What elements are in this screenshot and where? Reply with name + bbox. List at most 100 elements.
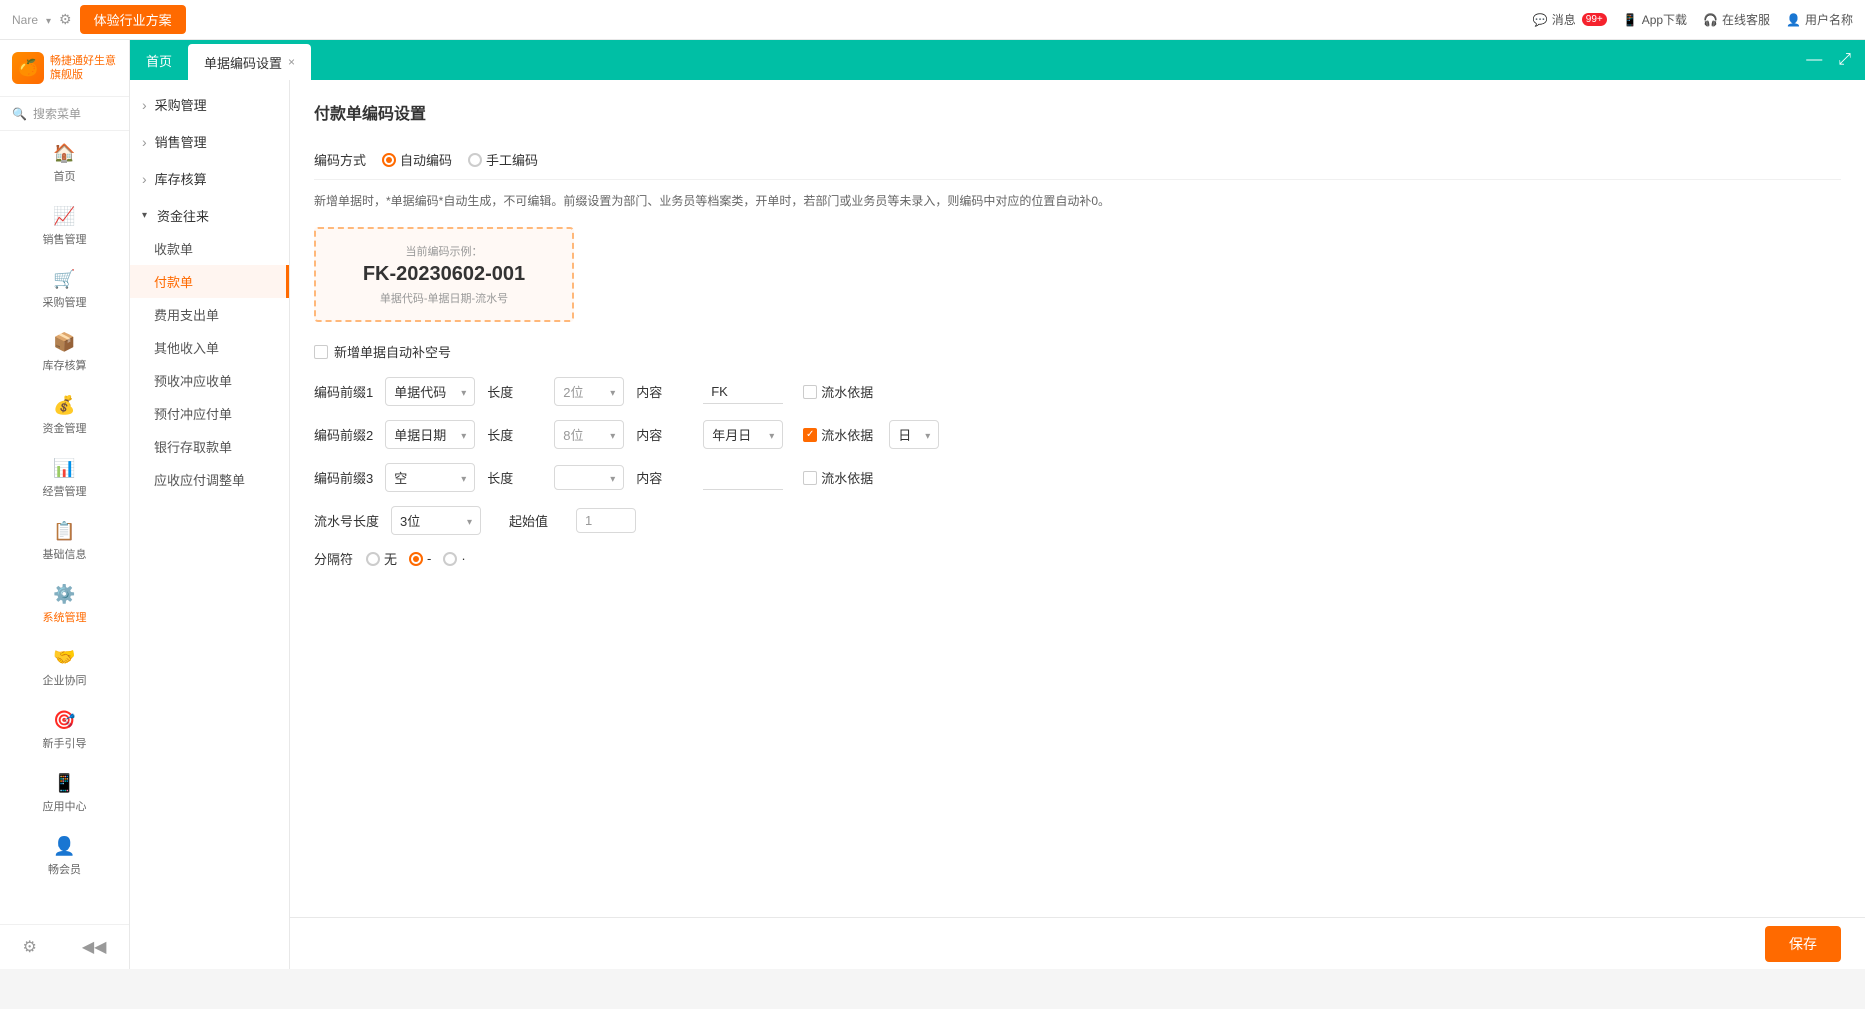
- company-dropdown[interactable]: [46, 13, 51, 27]
- prefix2-content-value: 年月日: [712, 425, 751, 444]
- serial-length-value: 3位: [400, 511, 420, 530]
- basic-icon: 📋: [53, 521, 75, 542]
- messages-badge: 99+: [1582, 13, 1607, 26]
- nav-item-expense-label: 费用支出单: [154, 308, 219, 323]
- nav-item-bank-deposit[interactable]: 银行存取款单: [130, 430, 289, 463]
- sidebar-item-system[interactable]: ⚙️ 系统管理: [4, 574, 125, 635]
- sidebar-item-sales[interactable]: 📈 销售管理: [4, 196, 125, 257]
- tab-home[interactable]: 首页: [130, 40, 188, 80]
- chevron-down-icon: ▾: [142, 210, 147, 221]
- serial-length-chevron: [467, 513, 472, 528]
- nav-item-payment[interactable]: 付款单: [130, 265, 289, 298]
- sidebar-item-label: 畅会员: [48, 861, 81, 877]
- settings-bottom-icon[interactable]: ⚙: [15, 933, 45, 961]
- prefix1-length-chevron: [610, 384, 615, 399]
- sidebar-item-home[interactable]: 🏠 首页: [4, 133, 125, 194]
- collapse-icon[interactable]: ◀◀: [74, 933, 115, 961]
- prefix2-serial-unit-select[interactable]: 日: [889, 420, 939, 449]
- radio-manual-code[interactable]: 手工编码: [468, 150, 538, 169]
- tab-current-label: 单据编码设置: [204, 53, 282, 72]
- nav-group-fund-label: 资金往来: [157, 206, 209, 225]
- radio-sep-dash[interactable]: -: [409, 551, 431, 566]
- trial-button[interactable]: 体验行业方案: [80, 5, 186, 34]
- prefix3-value: 空: [394, 468, 407, 487]
- radio-auto-code[interactable]: 自动编码: [382, 150, 452, 169]
- code-preview-label: 当前编码示例：: [340, 243, 548, 259]
- prefix1-content-input[interactable]: [703, 380, 783, 404]
- sep-dot-label: ·: [461, 551, 465, 566]
- prefix2-content-select[interactable]: 年月日: [703, 420, 783, 449]
- prefix3-length-select[interactable]: [554, 465, 624, 490]
- top-bar: Nare ⚙ 体验行业方案 💬 消息 99+ 📱 App下载 🎧 在线客服 👤 …: [0, 0, 1865, 40]
- finance-icon: 💰: [53, 395, 75, 416]
- nav-group-inventory-label: 库存核算: [155, 169, 207, 188]
- nav-item-receipt[interactable]: 收款单: [130, 232, 289, 265]
- radio-sep-dot[interactable]: ·: [443, 551, 465, 566]
- expand-icon[interactable]: ⤢: [1832, 49, 1857, 71]
- sidebar-item-appcenter[interactable]: 📱 应用中心: [4, 763, 125, 824]
- newguide-icon: 🎯: [53, 710, 75, 731]
- tab-close-icon[interactable]: ×: [288, 55, 295, 69]
- manual-code-label: 手工编码: [486, 150, 538, 169]
- sidebar-item-label: 系统管理: [43, 609, 87, 625]
- auto-fill-checkbox[interactable]: [314, 345, 328, 359]
- app-download-item[interactable]: 📱 App下载: [1623, 11, 1687, 28]
- sidebar-item-inventory[interactable]: 📦 库存核算: [4, 322, 125, 383]
- online-service-label: 在线客服: [1722, 11, 1770, 28]
- settings-icon[interactable]: ⚙: [59, 11, 72, 28]
- nav-group-purchase-header[interactable]: 采购管理: [130, 88, 289, 121]
- sidebar-bottom: ⚙ ◀◀: [0, 924, 129, 969]
- prefix3-select[interactable]: 空: [385, 463, 475, 492]
- prefix3-content-input[interactable]: [703, 466, 783, 490]
- nav-item-other-income[interactable]: 其他收入单: [130, 331, 289, 364]
- start-value-input[interactable]: [576, 508, 636, 533]
- radio-sep-none[interactable]: 无: [366, 549, 397, 568]
- prefix1-length-select[interactable]: 2位: [554, 377, 624, 406]
- prefix3-serial-checkbox[interactable]: [803, 471, 817, 485]
- prefix2-select[interactable]: 单据日期: [385, 420, 475, 449]
- sidebar-item-operations[interactable]: 📊 经营管理: [4, 448, 125, 509]
- nav-item-prepaid-ar[interactable]: 预收冲应收单: [130, 364, 289, 397]
- prefix3-serial-group: 流水依据: [803, 468, 873, 487]
- nav-item-payment-label: 付款单: [154, 275, 193, 290]
- sidebar-search[interactable]: 🔍 搜索菜单: [0, 97, 129, 131]
- nav-group-purchase: 采购管理: [130, 88, 289, 121]
- prefix2-serial-checkbox[interactable]: ✓: [803, 428, 817, 442]
- purchase-icon: 🛒: [53, 269, 75, 290]
- nav-group-fund-header[interactable]: ▾ 资金往来: [130, 199, 289, 232]
- save-button[interactable]: 保存: [1765, 926, 1841, 962]
- prefix1-serial-checkbox[interactable]: [803, 385, 817, 399]
- tab-coding-settings[interactable]: 单据编码设置 ×: [188, 44, 311, 80]
- prefix2-length-select[interactable]: 8位: [554, 420, 624, 449]
- secondary-nav: 采购管理 销售管理 库存核算 ▾: [130, 80, 290, 969]
- search-label: 搜索菜单: [33, 105, 81, 122]
- radio-group: 自动编码 手工编码: [382, 150, 538, 169]
- inventory-icon: 📦: [53, 332, 75, 353]
- company-name: Nare: [12, 13, 38, 27]
- app-download-icon: 📱: [1623, 13, 1638, 27]
- sidebar-item-finance[interactable]: 💰 资金管理: [4, 385, 125, 446]
- online-service-item[interactable]: 🎧 在线客服: [1703, 11, 1770, 28]
- sidebar-item-purchase[interactable]: 🛒 采购管理: [4, 259, 125, 320]
- nav-group-sales-header[interactable]: 销售管理: [130, 125, 289, 158]
- serial-length-select[interactable]: 3位: [391, 506, 481, 535]
- user-item[interactable]: 👤 用户名称: [1786, 11, 1853, 28]
- prefix1-select[interactable]: 单据代码: [385, 377, 475, 406]
- main-area: 首页 单据编码设置 × — ⤢ 采购管理: [130, 40, 1865, 969]
- prefix1-length-label: 长度: [487, 382, 542, 401]
- sidebar-item-member[interactable]: 👤 畅会员: [4, 826, 125, 887]
- prefix1-value: 单据代码: [394, 382, 446, 401]
- minimize-icon[interactable]: —: [1800, 49, 1828, 71]
- nav-item-ar-ap-adjust[interactable]: 应收应付调整单: [130, 463, 289, 496]
- nav-item-expense[interactable]: 费用支出单: [130, 298, 289, 331]
- sidebar-item-enterprise[interactable]: 🤝 企业协同: [4, 637, 125, 698]
- sidebar-item-basic[interactable]: 📋 基础信息: [4, 511, 125, 572]
- nav-group-inventory-header[interactable]: 库存核算: [130, 162, 289, 195]
- prefix2-label: 编码前缀2: [314, 425, 373, 444]
- prefix2-serial-unit: 日: [898, 425, 911, 444]
- sidebar-item-newguide[interactable]: 🎯 新手引导: [4, 700, 125, 761]
- nav-item-prepaid-ap[interactable]: 预付冲应付单: [130, 397, 289, 430]
- messages-item[interactable]: 💬 消息 99+: [1533, 11, 1607, 28]
- operations-icon: 📊: [53, 458, 75, 479]
- search-icon: 🔍: [12, 107, 27, 121]
